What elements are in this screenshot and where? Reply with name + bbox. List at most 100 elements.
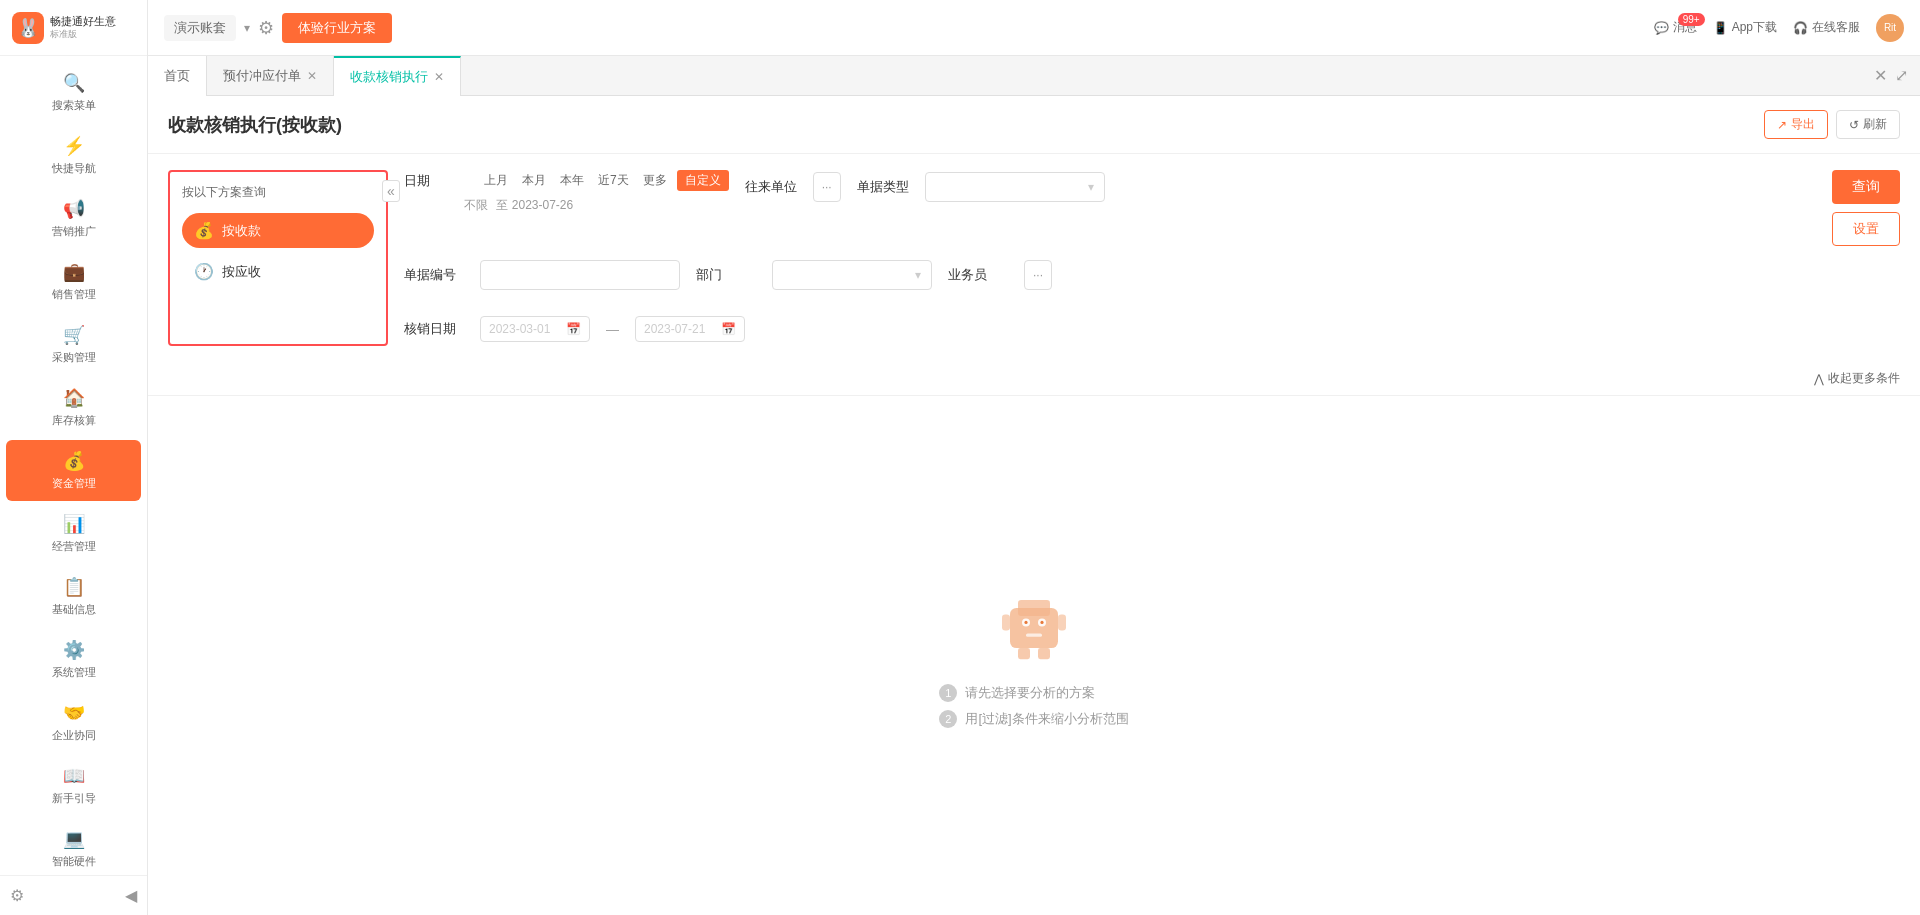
bill-type-dropdown-icon: ▾: [1088, 180, 1094, 194]
inventory-icon: 🏠: [63, 387, 85, 409]
query-button[interactable]: 查询: [1832, 170, 1900, 204]
app-badge: 标准版: [50, 28, 116, 41]
search-icon: 🔍: [63, 72, 85, 94]
calendar-start-icon: 📅: [566, 322, 581, 336]
date-btn-this-month[interactable]: 本月: [518, 170, 550, 191]
date-btn-last-month[interactable]: 上月: [480, 170, 512, 191]
top-bar: 演示账套 ▾ ⚙ 体验行业方案 💬 消息 99+ 📱 App下载 🎧 在线客服 …: [148, 0, 1920, 56]
refresh-button[interactable]: ↺ 刷新: [1836, 110, 1900, 139]
app-download-button[interactable]: 📱 App下载: [1713, 19, 1777, 36]
sidebar-label-hardware: 智能硬件: [52, 854, 96, 869]
verify-date-end-input[interactable]: 2023-07-21 📅: [635, 316, 745, 342]
dept-dropdown-icon: ▾: [915, 268, 921, 282]
sidebar-label-collab: 企业协同: [52, 728, 96, 743]
company-dropdown-icon[interactable]: ▾: [244, 21, 250, 35]
verify-date-start-input[interactable]: 2023-03-01 📅: [480, 316, 590, 342]
page-title: 收款核销执行(按收款): [168, 113, 342, 151]
sidebar-label-guide: 新手引导: [52, 791, 96, 806]
sidebar-label-basic: 基础信息: [52, 602, 96, 617]
step-1-text: 请先选择要分析的方案: [965, 684, 1095, 702]
app-logo: 🐰 畅捷通好生意 标准版: [0, 0, 147, 56]
sidebar-item-marketing[interactable]: 📢 营销推广: [6, 188, 141, 249]
logo-text-block: 畅捷通好生意 标准版: [50, 14, 116, 41]
svg-rect-6: [1026, 633, 1042, 636]
partner-input[interactable]: ···: [813, 172, 841, 202]
more-conditions-bar[interactable]: ⋀ 收起更多条件: [148, 362, 1920, 396]
sidebar-item-quicknav[interactable]: ⚡ 快捷导航: [6, 125, 141, 186]
top-bar-right: 💬 消息 99+ 📱 App下载 🎧 在线客服 Rit: [1654, 14, 1904, 42]
filter-option-receivable-label: 按应收: [222, 263, 261, 281]
tab-home[interactable]: 首页: [148, 56, 207, 96]
date-btn-7days[interactable]: 近7天: [594, 170, 633, 191]
date-range-separator: —: [606, 322, 619, 337]
sidebar-collapse-icon[interactable]: ◀: [125, 886, 137, 905]
collab-icon: 🤝: [63, 702, 85, 724]
sidebar-item-sales[interactable]: 💼 销售管理: [6, 251, 141, 312]
online-service-button[interactable]: 🎧 在线客服: [1793, 19, 1860, 36]
quicknav-icon: ⚡: [63, 135, 85, 157]
top-bar-left: 演示账套 ▾ ⚙ 体验行业方案: [164, 13, 1642, 43]
date-shortcuts: 上月 本月 本年 近7天 更多 自定义: [480, 170, 729, 191]
filter-scheme-panel: 按以下方案查询 💰 按收款 🕐 按应收: [168, 170, 388, 346]
industry-button[interactable]: 体验行业方案: [282, 13, 392, 43]
app-label: App下载: [1732, 19, 1777, 36]
sidebar-bottom: ⚙ ◀: [0, 875, 147, 915]
export-button[interactable]: ↗ 导出: [1764, 110, 1828, 139]
page-actions: ↗ 导出 ↺ 刷新: [1764, 110, 1900, 153]
setting-button[interactable]: 设置: [1832, 212, 1900, 246]
sidebar-item-system[interactable]: ⚙️ 系统管理: [6, 629, 141, 690]
sidebar-gear-icon[interactable]: ⚙: [10, 886, 24, 905]
main-area: 演示账套 ▾ ⚙ 体验行业方案 💬 消息 99+ 📱 App下载 🎧 在线客服 …: [148, 0, 1920, 915]
bill-no-input[interactable]: [480, 260, 680, 290]
page-header: 收款核销执行(按收款) ↗ 导出 ↺ 刷新: [148, 96, 1920, 154]
step-2-text: 用[过滤]条件来缩小分析范围: [965, 710, 1128, 728]
tab-expand-icon[interactable]: ⤢: [1895, 66, 1908, 85]
sidebar-item-collab[interactable]: 🤝 企业协同: [6, 692, 141, 753]
company-name[interactable]: 演示账套: [164, 15, 236, 41]
tab-prepay-close[interactable]: ✕: [307, 69, 317, 83]
empty-step-1: 1 请先选择要分析的方案: [939, 684, 1128, 702]
sidebar-item-inventory[interactable]: 🏠 库存核算: [6, 377, 141, 438]
sidebar-item-hardware[interactable]: 💻 智能硬件: [6, 818, 141, 875]
sidebar-item-search[interactable]: 🔍 搜索菜单: [6, 62, 141, 123]
dept-label: 部门: [696, 266, 756, 284]
app-icon: 📱: [1713, 21, 1728, 35]
receipt-icon: 💰: [194, 221, 214, 240]
date-btn-this-year[interactable]: 本年: [556, 170, 588, 191]
tab-close-icon[interactable]: ✕: [1874, 66, 1887, 85]
guide-icon: 📖: [63, 765, 85, 787]
more-conditions-label: 收起更多条件: [1828, 370, 1900, 387]
user-avatar[interactable]: Rit: [1876, 14, 1904, 42]
filter-option-by-receipt[interactable]: 💰 按收款: [182, 213, 374, 248]
collapse-arrow-icon: ⋀: [1814, 372, 1824, 386]
system-icon: ⚙️: [63, 639, 85, 661]
verify-date-end-value: 2023-07-21: [644, 322, 705, 336]
sidebar-label-search: 搜索菜单: [52, 98, 96, 113]
sidebar-label-management: 经营管理: [52, 539, 96, 554]
filter-collapse-button[interactable]: «: [382, 180, 400, 202]
tab-bar: 首页 预付冲应付单 ✕ 收款核销执行 ✕ ✕ ⤢: [148, 56, 1920, 96]
tab-prepay-label: 预付冲应付单: [223, 67, 301, 85]
bill-type-select[interactable]: ▾: [925, 172, 1105, 202]
filter-panel: 按以下方案查询 💰 按收款 🕐 按应收 «: [148, 154, 1920, 362]
sidebar-item-management[interactable]: 📊 经营管理: [6, 503, 141, 564]
user-name: Rit: [1884, 22, 1896, 33]
tab-collection[interactable]: 收款核销执行 ✕: [334, 56, 461, 96]
sidebar-item-purchase[interactable]: 🛒 采购管理: [6, 314, 141, 375]
empty-illustration: [984, 584, 1084, 664]
date-btn-more[interactable]: 更多: [639, 170, 671, 191]
tab-prepay[interactable]: 预付冲应付单 ✕: [207, 56, 334, 96]
message-button[interactable]: 💬 消息 99+: [1654, 19, 1697, 36]
sidebar-item-basic[interactable]: 📋 基础信息: [6, 566, 141, 627]
filter-option-by-receivable[interactable]: 🕐 按应收: [182, 254, 374, 289]
date-btn-custom[interactable]: 自定义: [677, 170, 729, 191]
tab-collection-close[interactable]: ✕: [434, 70, 444, 84]
dept-select[interactable]: ▾: [772, 260, 932, 290]
sidebar-label-finance: 资金管理: [52, 476, 96, 491]
verify-date-label: 核销日期: [404, 320, 464, 338]
staff-input[interactable]: ···: [1024, 260, 1052, 290]
sidebar-item-finance[interactable]: 💰 资金管理: [6, 440, 141, 501]
settings-icon[interactable]: ⚙: [258, 17, 274, 39]
sidebar-label-purchase: 采购管理: [52, 350, 96, 365]
sidebar-item-guide[interactable]: 📖 新手引导: [6, 755, 141, 816]
